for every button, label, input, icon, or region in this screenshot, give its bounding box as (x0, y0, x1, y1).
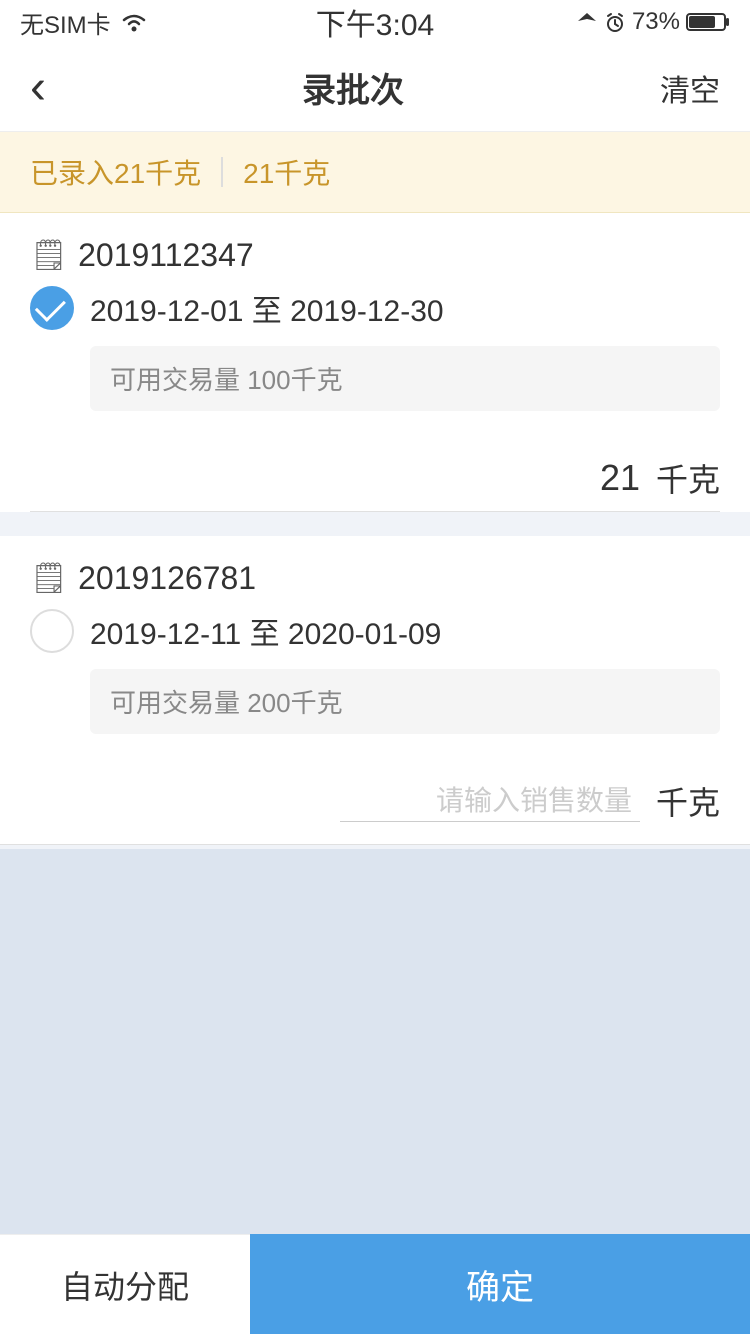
status-time: 下午3:04 (316, 0, 434, 44)
quantity-row-1: 21 千克 (0, 435, 750, 511)
back-button[interactable]: ‹ (30, 60, 46, 115)
quantity-input-2[interactable] (340, 781, 640, 822)
confirm-button[interactable]: 确定 (250, 1234, 750, 1334)
recorded-label: 已录入21千克 (30, 152, 201, 192)
status-left: 无SIM卡 (20, 5, 149, 40)
page-title: 录批次 (302, 63, 404, 112)
section-divider-1 (0, 516, 750, 536)
batch-id-2: 2019126781 (78, 560, 256, 597)
nav-bar: ‹ 录批次 清空 (0, 44, 750, 132)
batch-item-2: 🗒 2019126781 2019-12-11 至 2020-01-09 可用交… (0, 536, 750, 845)
battery-label: 73% (632, 8, 680, 36)
status-right: 73% (576, 8, 730, 36)
auto-distribute-button[interactable]: 自动分配 (0, 1234, 250, 1334)
network-label: 无SIM卡 (20, 5, 111, 40)
batch-avail-2: 可用交易量 200千克 (90, 669, 720, 734)
recorded-value: 21千克 (243, 152, 330, 192)
batch-date-2: 2019-12-11 至 2020-01-09 (90, 609, 441, 653)
radio-1[interactable] (30, 286, 74, 330)
status-bar: 无SIM卡 下午3:04 73% (0, 0, 750, 44)
batch-id-1: 2019112347 (78, 237, 254, 274)
empty-area (0, 849, 750, 1269)
batch-icon-2: 🗒 (30, 561, 68, 596)
info-bar: 已录入21千克 21千克 (0, 132, 750, 213)
radio-2[interactable] (30, 609, 74, 653)
quantity-value-1: 21 (600, 457, 640, 499)
batch-avail-1: 可用交易量 100千克 (90, 346, 720, 411)
batch-item-1: 🗒 2019112347 2019-12-01 至 2019-12-30 可用交… (0, 213, 750, 512)
batch-icon-1: 🗒 (30, 238, 68, 273)
battery-icon (686, 11, 730, 33)
location-icon (576, 11, 598, 33)
unit-label-2: 千克 (656, 778, 720, 824)
bottom-bar: 自动分配 确定 (0, 1234, 750, 1334)
batch-date-1: 2019-12-01 至 2019-12-30 (90, 286, 444, 330)
clear-button[interactable]: 清空 (660, 66, 720, 110)
wifi-icon (119, 11, 149, 33)
quantity-unit-1: 千克 (656, 455, 720, 501)
input-row-2: 千克 (0, 758, 750, 845)
alarm-icon (604, 11, 626, 33)
info-divider (221, 157, 223, 187)
